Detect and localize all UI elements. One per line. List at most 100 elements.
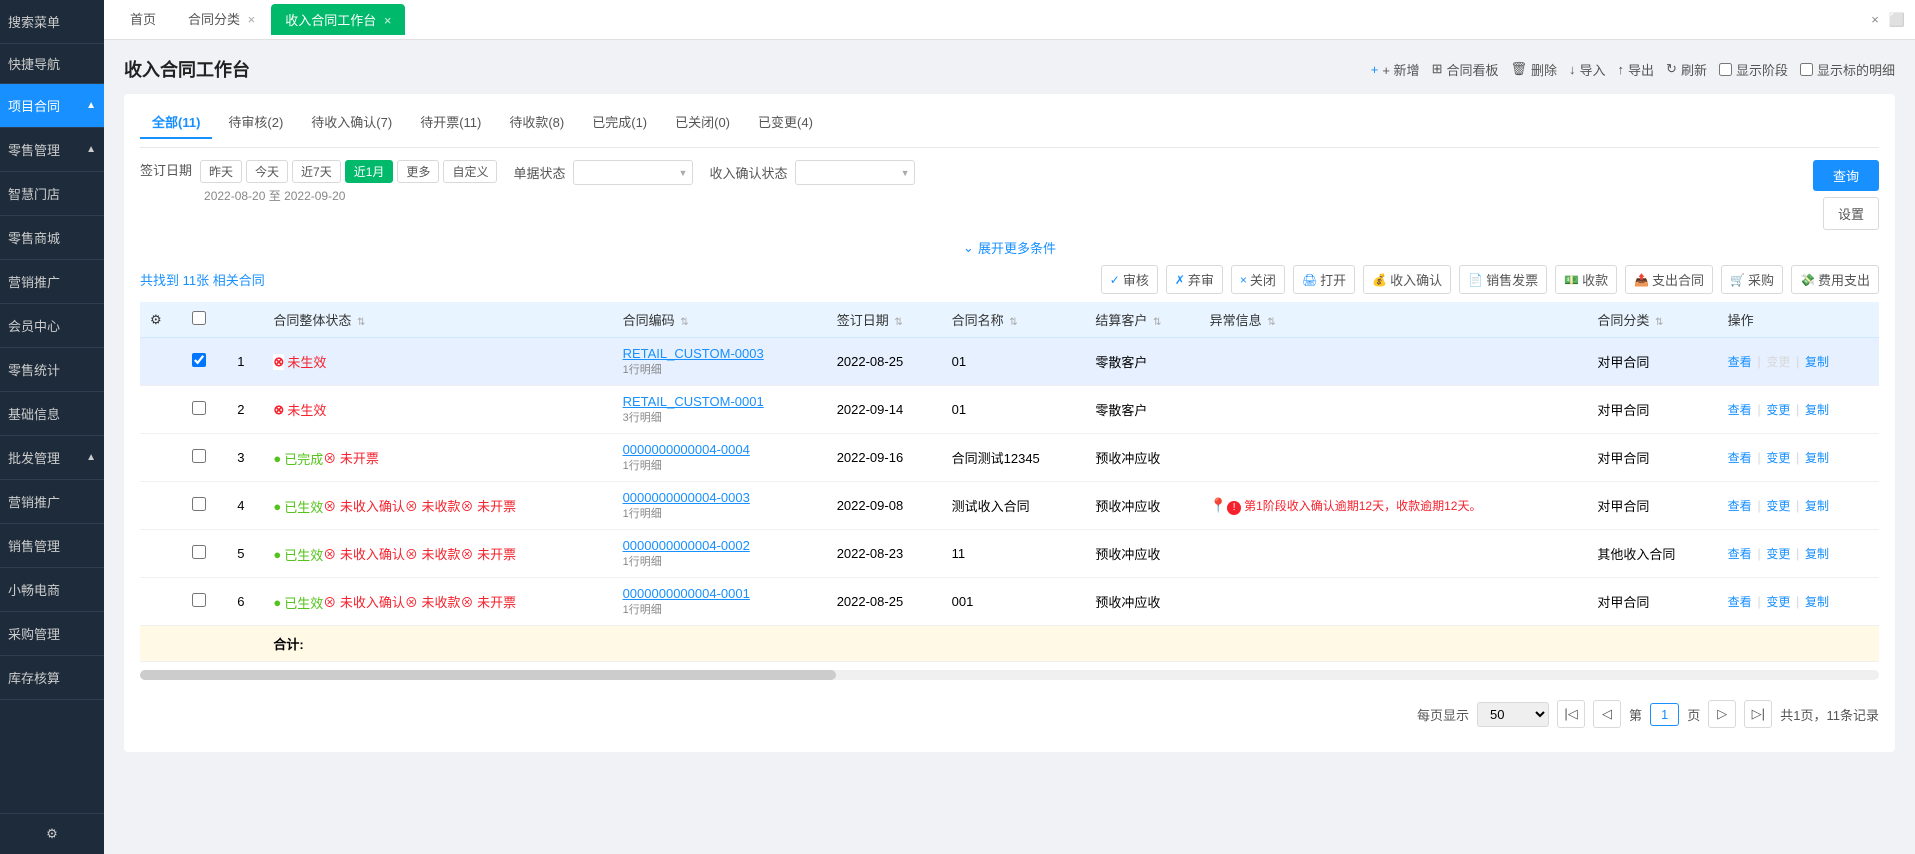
- sidebar-item-base_info[interactable]: 基础信息: [0, 392, 104, 436]
- edit-link[interactable]: 变更: [1766, 451, 1790, 465]
- sidebar-item-marketing[interactable]: 营销推广: [0, 260, 104, 304]
- copy-link[interactable]: 复制: [1805, 547, 1829, 561]
- edit-link[interactable]: 变更: [1766, 403, 1790, 417]
- view-link[interactable]: 查看: [1728, 403, 1752, 417]
- contract-code-link[interactable]: 0000000000004-0003: [623, 490, 817, 505]
- delete-button[interactable]: 🗑 删除: [1510, 60, 1557, 79]
- action-btn-close[interactable]: ×关闭: [1231, 265, 1285, 294]
- custom-btn[interactable]: 自定义: [443, 160, 497, 183]
- last1month-btn[interactable]: 近1月: [345, 160, 394, 183]
- edit-link[interactable]: 变更: [1766, 547, 1790, 561]
- th-contract-type[interactable]: 合同分类 ⇅: [1587, 302, 1717, 338]
- tab-bar-close-btn[interactable]: × ⬜: [1871, 12, 1905, 28]
- row-checkbox[interactable]: [192, 497, 206, 511]
- more-btn[interactable]: 更多: [397, 160, 439, 183]
- tab-contract-category-close[interactable]: ×: [248, 12, 256, 27]
- refresh-button[interactable]: ↻ 刷新: [1666, 60, 1707, 79]
- export-button[interactable]: ↑ 导出: [1618, 60, 1655, 79]
- income-confirm-select[interactable]: [795, 160, 915, 185]
- sidebar-item-inventory[interactable]: 库存核算: [0, 656, 104, 700]
- show-stage-checkbox[interactable]: 显示阶段: [1719, 60, 1788, 79]
- sidebar-item-retail[interactable]: 零售管理▲: [0, 128, 104, 172]
- row-checkbox[interactable]: [192, 401, 206, 415]
- th-error-info[interactable]: 异常信息 ⇅: [1200, 302, 1588, 338]
- h-scroll-bar[interactable]: [140, 670, 1879, 680]
- action-btn-sales_invoice[interactable]: 📄销售发票: [1459, 265, 1547, 294]
- yesterday-btn[interactable]: 昨天: [200, 160, 242, 183]
- show-detail-checkbox[interactable]: 显示标的明细: [1800, 60, 1895, 79]
- copy-link[interactable]: 复制: [1805, 403, 1829, 417]
- th-overall-status[interactable]: 合同整体状态 ⇅: [263, 302, 612, 338]
- sidebar-item-wholesale[interactable]: 批发管理▲: [0, 436, 104, 480]
- page-current[interactable]: 1: [1650, 703, 1679, 726]
- action-btn-abandon[interactable]: ✗弃审: [1166, 265, 1223, 294]
- row-checkbox[interactable]: [192, 449, 206, 463]
- tab-contract-category[interactable]: 合同分类 ×: [172, 1, 271, 38]
- contract-code-link[interactable]: 0000000000004-0002: [623, 538, 817, 553]
- copy-link[interactable]: 复制: [1805, 355, 1829, 369]
- th-settle-customer[interactable]: 结算客户 ⇅: [1085, 302, 1199, 338]
- sidebar-item-smart_store[interactable]: 智慧门店: [0, 172, 104, 216]
- page-last-btn[interactable]: ▷|: [1744, 700, 1772, 728]
- status-tab-pending_income_confirm[interactable]: 待收入确认(7): [299, 106, 404, 139]
- contract-code-link[interactable]: RETAIL_CUSTOM-0003: [623, 346, 817, 361]
- sidebar-item-project[interactable]: 项目合同▲: [0, 84, 104, 128]
- th-contract-code[interactable]: 合同编码 ⇅: [613, 302, 827, 338]
- sidebar-item-retail_stat[interactable]: 零售统计: [0, 348, 104, 392]
- page-next-btn[interactable]: ▷: [1708, 700, 1736, 728]
- action-btn-income_confirm[interactable]: 💰收入确认: [1363, 265, 1451, 294]
- contract-code-link[interactable]: 0000000000004-0004: [623, 442, 817, 457]
- sidebar-item-sales_mgmt[interactable]: 销售管理: [0, 524, 104, 568]
- sidebar-quick-nav[interactable]: 快捷导航: [0, 44, 104, 84]
- action-btn-purchase[interactable]: 🛒采购: [1721, 265, 1783, 294]
- view-link[interactable]: 查看: [1728, 451, 1752, 465]
- sidebar-item-purchase[interactable]: 采购管理: [0, 612, 104, 656]
- sidebar-item-retail_mall[interactable]: 零售商城: [0, 216, 104, 260]
- page-size-select[interactable]: 50 100 200: [1477, 702, 1549, 727]
- action-btn-audit[interactable]: ✓审核: [1101, 265, 1158, 294]
- row-checkbox[interactable]: [192, 353, 206, 367]
- status-tab-closed[interactable]: 已关闭(0): [663, 106, 742, 139]
- add-button[interactable]: + + 新增: [1371, 60, 1420, 79]
- page-prev-btn[interactable]: ◁: [1593, 700, 1621, 728]
- last7days-btn[interactable]: 近7天: [292, 160, 341, 183]
- edit-link[interactable]: 变更: [1766, 595, 1790, 609]
- row-checkbox[interactable]: [192, 593, 206, 607]
- status-tab-completed[interactable]: 已完成(1): [580, 106, 659, 139]
- status-tab-changed[interactable]: 已变更(4): [746, 106, 825, 139]
- action-btn-receipt[interactable]: 💵收款: [1555, 265, 1617, 294]
- sidebar-settings-btn[interactable]: ⚙: [0, 813, 104, 854]
- settings-button[interactable]: 设置: [1823, 197, 1879, 230]
- th-contract-name[interactable]: 合同名称 ⇅: [942, 302, 1086, 338]
- sidebar-item-member[interactable]: 会员中心: [0, 304, 104, 348]
- expand-filter-btn[interactable]: ⌄ 展开更多条件: [963, 238, 1056, 257]
- action-btn-print[interactable]: 🖨打开: [1293, 265, 1355, 294]
- copy-link[interactable]: 复制: [1805, 451, 1829, 465]
- contract-code-link[interactable]: RETAIL_CUSTOM-0001: [623, 394, 817, 409]
- kanban-button[interactable]: ⊞ 合同看板: [1432, 60, 1499, 79]
- page-first-btn[interactable]: |◁: [1557, 700, 1585, 728]
- view-link[interactable]: 查看: [1728, 547, 1752, 561]
- status-tab-pending_receipt[interactable]: 待收款(8): [497, 106, 576, 139]
- copy-link[interactable]: 复制: [1805, 499, 1829, 513]
- sidebar-item-sales[interactable]: 营销推广: [0, 480, 104, 524]
- tab-home[interactable]: 首页: [114, 1, 172, 38]
- row-checkbox[interactable]: [192, 545, 206, 559]
- edit-link[interactable]: 变更: [1766, 499, 1790, 513]
- query-button[interactable]: 查询: [1813, 160, 1879, 191]
- table-scroll-container[interactable]: ⚙ 合同整体状态 ⇅ 合同编码 ⇅ 签订日期 ⇅ 合同名称 ⇅ 结算客户 ⇅ 异…: [140, 302, 1879, 688]
- action-btn-expense_out[interactable]: 📤支出合同: [1625, 265, 1713, 294]
- import-button[interactable]: ↓ 导入: [1569, 60, 1606, 79]
- status-tab-pending_invoice[interactable]: 待开票(11): [408, 106, 493, 139]
- doc-status-select[interactable]: [573, 160, 693, 185]
- th-settings[interactable]: ⚙: [140, 302, 182, 338]
- sidebar-item-xiaochangec[interactable]: 小畅电商: [0, 568, 104, 612]
- tab-income-workbench-close[interactable]: ×: [384, 13, 392, 28]
- contract-code-link[interactable]: 0000000000004-0001: [623, 586, 817, 601]
- status-tab-pending_audit[interactable]: 待审核(2): [216, 106, 295, 139]
- today-btn[interactable]: 今天: [246, 160, 288, 183]
- select-all-checkbox[interactable]: [192, 311, 206, 325]
- view-link[interactable]: 查看: [1728, 355, 1752, 369]
- sidebar-search[interactable]: 搜索菜单: [0, 0, 104, 44]
- action-btn-cost_out[interactable]: 💸费用支出: [1791, 265, 1879, 294]
